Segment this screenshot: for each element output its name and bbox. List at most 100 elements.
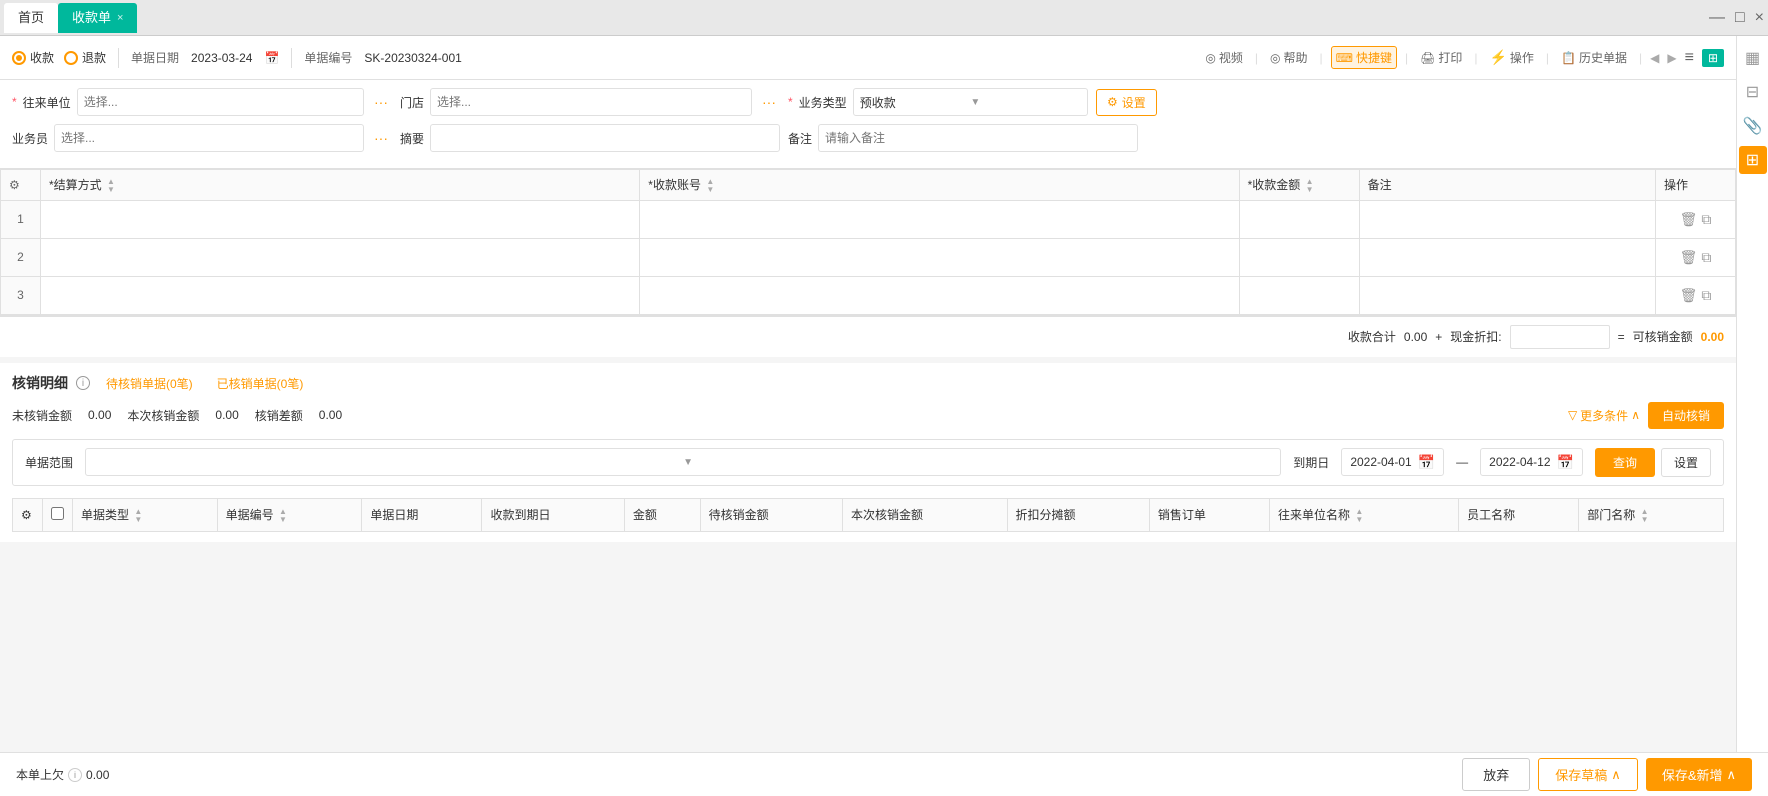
filter-settings-btn[interactable]: 设置 bbox=[1661, 448, 1711, 477]
business-type-field: * 业务类型 预收款 ▼ bbox=[788, 88, 1088, 116]
current-value: 0.00 bbox=[215, 408, 238, 422]
radio-refund-label: 退款 bbox=[82, 49, 106, 66]
query-btn[interactable]: 查询 bbox=[1595, 448, 1655, 477]
abandon-btn[interactable]: 放弃 bbox=[1462, 758, 1530, 791]
radio-receive[interactable]: 收款 bbox=[12, 49, 54, 66]
shortcut-btn[interactable]: ⌨ 快捷键 bbox=[1331, 46, 1397, 69]
shortcut-icon: ⌨ bbox=[1336, 51, 1353, 65]
tab-home-label: 首页 bbox=[18, 3, 44, 33]
cell-account-3[interactable] bbox=[640, 276, 1239, 314]
expand-icon[interactable]: ⊞ bbox=[1702, 49, 1724, 67]
sidebar-screenshot-icon[interactable]: ⊞ bbox=[1739, 146, 1767, 174]
pending-tab[interactable]: 待核销单据(0笔) bbox=[98, 373, 201, 394]
copy-row-3-icon[interactable]: ⧉ bbox=[1701, 287, 1711, 304]
cell-settlement-2[interactable] bbox=[41, 238, 640, 276]
select-all-checkbox[interactable] bbox=[51, 507, 64, 520]
print-btn[interactable]: 🖨 打印 bbox=[1416, 47, 1466, 68]
tab-home[interactable]: 首页 bbox=[4, 3, 58, 33]
radio-refund[interactable]: 退款 bbox=[64, 49, 106, 66]
menu-icon[interactable]: ≡ bbox=[1685, 49, 1694, 67]
current-label: 本次核销金额 bbox=[127, 407, 199, 424]
discount-input[interactable] bbox=[1510, 325, 1610, 349]
help-btn[interactable]: ◎ 帮助 bbox=[1266, 47, 1312, 68]
business-type-select[interactable]: 预收款 ▼ bbox=[853, 88, 1088, 116]
window-maximize[interactable]: □ bbox=[1735, 9, 1745, 27]
cell-remark-1[interactable] bbox=[1359, 200, 1655, 238]
settings-btn[interactable]: ⚙ 设置 bbox=[1096, 89, 1157, 116]
save-new-arrow-icon: ∧ bbox=[1726, 767, 1736, 783]
window-minimize[interactable]: — bbox=[1709, 9, 1725, 27]
main-table: ⚙ *结算方式 ▲▼ *收款账号 ▲▼ *收款金额 ▲▼ 备注 bbox=[0, 169, 1736, 315]
date-to-picker[interactable]: 2022-04-12 📅 bbox=[1480, 448, 1583, 476]
salesperson-input[interactable] bbox=[61, 131, 357, 145]
draft-arrow-icon: ∧ bbox=[1611, 767, 1621, 783]
store-field: 门店 ··· bbox=[400, 88, 780, 116]
summary-input[interactable] bbox=[437, 131, 773, 145]
video-btn[interactable]: ◎ 视频 bbox=[1201, 47, 1247, 68]
copy-row-2-icon[interactable]: ⧉ bbox=[1701, 249, 1711, 266]
tab-close-icon[interactable]: × bbox=[117, 3, 123, 33]
draft-btn[interactable]: 保存草稿 ∧ bbox=[1538, 758, 1638, 791]
delete-row-2-icon[interactable]: 🗑 bbox=[1680, 249, 1698, 266]
divider-1 bbox=[118, 48, 119, 68]
counterpart-more-btn[interactable]: ··· bbox=[370, 94, 392, 110]
salesperson-input-wrap bbox=[54, 124, 364, 152]
auto-verify-btn[interactable]: 自动核销 bbox=[1648, 402, 1724, 429]
sort-counterpart: ▲▼ bbox=[1355, 508, 1363, 524]
nav-next-icon[interactable]: ▶ bbox=[1667, 51, 1676, 65]
toolbar-actions: ◎ 视频 | ◎ 帮助 | ⌨ 快捷键 | 🖨 打印 | ⚡ 操作 bbox=[1201, 46, 1724, 69]
diff-label: 核销差额 bbox=[255, 407, 303, 424]
diff-value: 0.00 bbox=[319, 408, 342, 422]
copy-row-1-icon[interactable]: ⧉ bbox=[1701, 211, 1711, 228]
remark-input[interactable] bbox=[825, 131, 1131, 145]
cell-settlement-3[interactable] bbox=[41, 276, 640, 314]
delete-row-1-icon[interactable]: 🗑 bbox=[1680, 211, 1698, 228]
divider-2 bbox=[291, 48, 292, 68]
range-select[interactable]: ▼ bbox=[85, 448, 1281, 476]
sidebar-table-icon[interactable]: ▦ bbox=[1739, 44, 1767, 72]
stats-row: 未核销金额 0.00 本次核销金额 0.00 核销差额 0.00 ▽ 更多条件 … bbox=[12, 402, 1724, 429]
cell-settlement-1[interactable] bbox=[41, 200, 640, 238]
window-controls: — □ × bbox=[1709, 9, 1764, 27]
save-new-btn[interactable]: 保存&新增 ∧ bbox=[1646, 758, 1752, 791]
due-date-label: 到期日 bbox=[1293, 454, 1329, 471]
th-settings[interactable]: ⚙ bbox=[1, 170, 41, 201]
table-gear-icon[interactable]: ⚙ bbox=[9, 178, 20, 192]
date-from-picker[interactable]: 2022-04-01 📅 bbox=[1341, 448, 1444, 476]
sort-arrows-1: ▲▼ bbox=[107, 178, 115, 194]
summary-label: 摘要 bbox=[400, 130, 424, 147]
sidebar-form-icon[interactable]: ⊟ bbox=[1739, 78, 1767, 106]
done-tab[interactable]: 已核销单据(0笔) bbox=[209, 373, 312, 394]
tab-active[interactable]: 收款单 × bbox=[58, 3, 137, 33]
calendar-icon[interactable]: 📅 bbox=[264, 51, 279, 65]
cell-amount-2[interactable] bbox=[1239, 238, 1359, 276]
window-close[interactable]: × bbox=[1755, 9, 1764, 27]
store-more-btn[interactable]: ··· bbox=[758, 94, 780, 110]
cell-remark-2[interactable] bbox=[1359, 238, 1655, 276]
range-label: 单据范围 bbox=[25, 454, 73, 471]
sidebar-paperclip-icon[interactable]: 📎 bbox=[1739, 112, 1767, 140]
delete-row-3-icon[interactable]: 🗑 bbox=[1680, 287, 1698, 304]
more-conditions-btn[interactable]: ▽ 更多条件 ∧ bbox=[1568, 407, 1640, 424]
operation-btn[interactable]: ⚡ 操作 bbox=[1485, 47, 1537, 68]
th-select-all[interactable] bbox=[43, 498, 73, 531]
info-icon[interactable]: i bbox=[76, 376, 90, 390]
plus-sign: + bbox=[1435, 330, 1442, 344]
footer-actions: 放弃 保存草稿 ∧ 保存&新增 ∧ bbox=[1462, 758, 1752, 791]
cell-amount-1[interactable] bbox=[1239, 200, 1359, 238]
table-gear-icon-2[interactable]: ⚙ bbox=[21, 508, 32, 522]
cell-account-1[interactable] bbox=[640, 200, 1239, 238]
store-input[interactable] bbox=[437, 95, 745, 109]
salesperson-more-btn[interactable]: ··· bbox=[370, 130, 392, 146]
history-btn[interactable]: 📋 历史单据 bbox=[1557, 47, 1631, 68]
cell-account-2[interactable] bbox=[640, 238, 1239, 276]
cell-remark-3[interactable] bbox=[1359, 276, 1655, 314]
cell-actions-1: 🗑 ⧉ bbox=[1656, 200, 1736, 238]
th-doc-type: 单据类型 ▲▼ bbox=[73, 498, 218, 531]
nav-prev-icon[interactable]: ◀ bbox=[1650, 51, 1659, 65]
chevron-down-icon: ▼ bbox=[970, 97, 1081, 108]
counterpart-input[interactable] bbox=[84, 95, 357, 109]
cell-amount-3[interactable] bbox=[1239, 276, 1359, 314]
th-current-amount: 本次核销金额 bbox=[842, 498, 1007, 531]
table-row: 3 🗑 ⧉ bbox=[1, 276, 1736, 314]
